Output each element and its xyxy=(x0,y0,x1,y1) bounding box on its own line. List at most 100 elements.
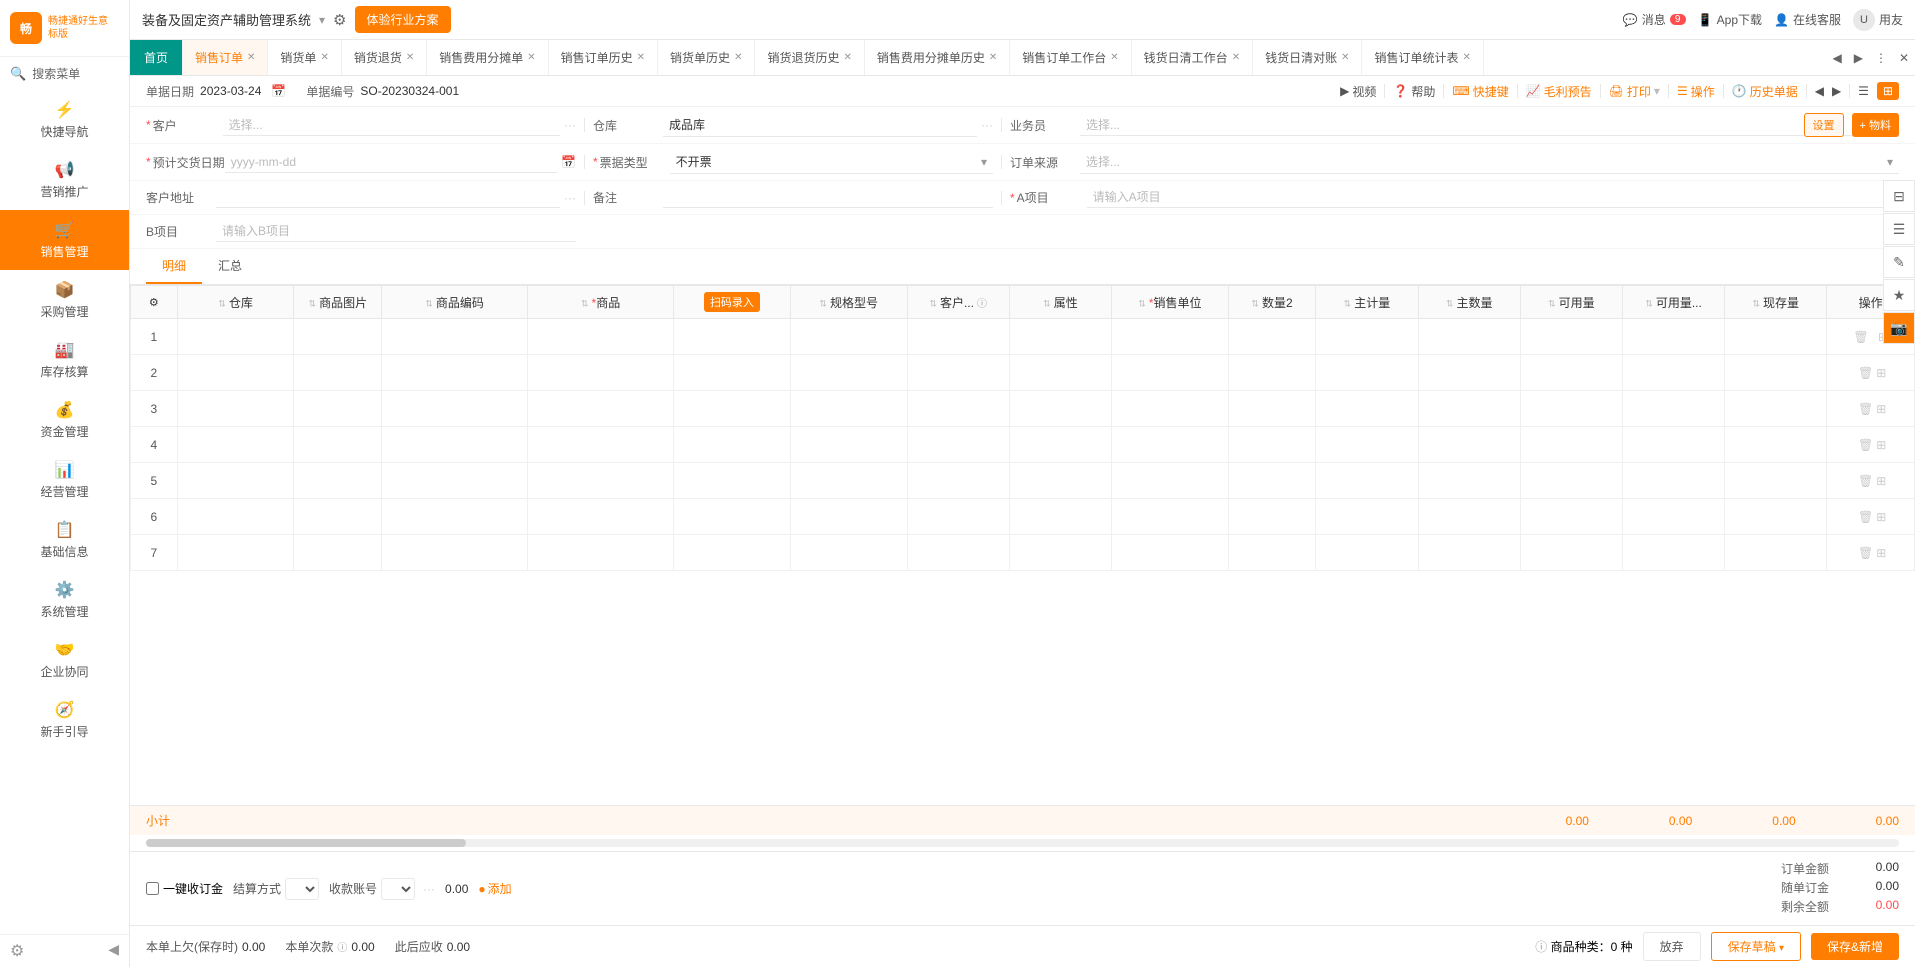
account-dots-btn[interactable]: ··· xyxy=(423,882,435,896)
row-custom[interactable] xyxy=(907,319,1009,355)
row-copy-icon[interactable]: ⊞ xyxy=(1876,402,1886,416)
solution-btn[interactable]: 体验行业方案 xyxy=(355,6,451,33)
tab-sales-refund-history[interactable]: 销货退货历史 ✕ xyxy=(755,40,864,76)
horizontal-scrollbar[interactable] xyxy=(146,839,1899,847)
row-delete-icon[interactable]: 🗑 xyxy=(1858,402,1873,416)
sidebar-item-marketing[interactable]: 📢 营销推广 xyxy=(0,150,129,210)
form-add-product-btn[interactable]: + 物料 xyxy=(1852,113,1899,137)
right-float-btn-1[interactable]: ⊟ xyxy=(1883,180,1915,212)
tab-sales-stats[interactable]: 销售订单统计表 ✕ xyxy=(1362,40,1483,76)
row-product-code[interactable] xyxy=(382,319,528,355)
scrollbar-thumb[interactable] xyxy=(146,839,466,847)
th-main-qty[interactable]: ⇅ 主数量 xyxy=(1418,286,1520,319)
print-btn[interactable]: 🖨 打印 ▾ xyxy=(1609,83,1660,100)
sidebar-item-purchase[interactable]: 📦 采购管理 xyxy=(0,270,129,330)
tab-menu[interactable]: ⋮ xyxy=(1869,47,1893,69)
sidebar-item-system[interactable]: ⚙️ 系统管理 xyxy=(0,570,129,630)
row-delete-icon[interactable]: 🗑 xyxy=(1858,438,1873,452)
row-copy-icon[interactable]: ⊞ xyxy=(1876,474,1886,488)
tab-arrow-right[interactable]: ▶ xyxy=(1848,47,1869,69)
tab-close-icon[interactable]: ✕ xyxy=(989,52,997,63)
date-picker-icon[interactable]: 📅 xyxy=(271,84,286,98)
nav-prev-btn[interactable]: ◀ xyxy=(1815,84,1824,98)
a-project-input[interactable] xyxy=(1087,187,1899,208)
tab-arrow-left[interactable]: ◀ xyxy=(1826,47,1847,69)
payment-method-select[interactable] xyxy=(285,878,319,900)
customer-dots-btn[interactable]: ··· xyxy=(564,118,576,132)
form-settings-btn[interactable]: 设置 xyxy=(1804,113,1844,137)
list-view-btn[interactable]: ☰ xyxy=(1858,84,1869,98)
row-warehouse[interactable] xyxy=(177,319,294,355)
row-avail[interactable] xyxy=(1520,319,1622,355)
nav-next-btn[interactable]: ▶ xyxy=(1832,84,1841,98)
tab-close-icon[interactable]: ✕ xyxy=(843,52,851,63)
b-project-input[interactable] xyxy=(216,221,576,242)
order-source-select[interactable]: 选择... ▾ xyxy=(1080,150,1899,174)
right-float-btn-4[interactable]: ★ xyxy=(1883,279,1915,311)
right-float-btn-3[interactable]: ✎ xyxy=(1883,246,1915,278)
tab-close-icon[interactable]: ✕ xyxy=(1463,52,1471,63)
row-delete-icon[interactable]: 🗑 xyxy=(1853,330,1868,344)
table-tab-summary[interactable]: 汇总 xyxy=(202,249,258,284)
warehouse-dots-btn[interactable]: ··· xyxy=(981,118,993,132)
sidebar-search[interactable]: 🔍 搜索菜单 xyxy=(0,57,129,90)
tab-sales-fee-history[interactable]: 销售费用分摊单历史 ✕ xyxy=(865,40,1010,76)
tab-close-icon[interactable]: ✕ xyxy=(1232,52,1240,63)
row-unit[interactable] xyxy=(1111,319,1228,355)
note-input[interactable] xyxy=(663,187,993,208)
th-spec[interactable]: ⇅ 规格型号 xyxy=(790,286,907,319)
row-attr[interactable] xyxy=(1009,319,1111,355)
row-stock[interactable] xyxy=(1725,319,1827,355)
warehouse-value[interactable]: 成品库 xyxy=(663,113,977,137)
sidebar-item-sales[interactable]: 🛒 销售管理 xyxy=(0,210,129,270)
row-delete-icon[interactable]: 🗑 xyxy=(1858,546,1873,560)
row-product[interactable] xyxy=(528,319,674,355)
sidebar-item-quick-nav[interactable]: ⚡ 快捷导航 xyxy=(0,90,129,150)
th-unit[interactable]: ⇅ *销售单位 xyxy=(1111,286,1228,319)
history-btn[interactable]: 🕐 历史单据 xyxy=(1732,83,1798,100)
card-view-btn[interactable]: ⊞ xyxy=(1877,82,1899,100)
sidebar-collapse-icon[interactable]: ◀ xyxy=(108,941,119,961)
row-delete-icon[interactable]: 🗑 xyxy=(1858,510,1873,524)
tab-close-icon[interactable]: ✕ xyxy=(1110,52,1118,63)
th-product-img[interactable]: ⇅ 商品图片 xyxy=(294,286,382,319)
th-attr[interactable]: ⇅ 属性 xyxy=(1009,286,1111,319)
scan-btn[interactable]: 扫码录入 xyxy=(704,292,760,312)
help-btn[interactable]: ❓ 帮助 xyxy=(1393,83,1435,100)
tab-sales-refund[interactable]: 销货退货 ✕ xyxy=(342,40,427,76)
delivery-date-input[interactable] xyxy=(225,152,557,173)
tab-cash-clear-account[interactable]: 钱货日清对账 ✕ xyxy=(1253,40,1362,76)
sidebar-settings-icon[interactable]: ⚙ xyxy=(10,941,24,961)
table-tab-detail[interactable]: 明细 xyxy=(146,249,202,284)
row-qty2[interactable] xyxy=(1228,319,1316,355)
notification-btn[interactable]: 💬 消息 9 xyxy=(1623,11,1686,28)
address-dots-btn[interactable]: ··· xyxy=(564,191,576,205)
operation-btn[interactable]: ☰ 操作 xyxy=(1677,83,1715,100)
th-product[interactable]: ⇅ *商品 xyxy=(528,286,674,319)
tab-sales-return[interactable]: 销货单 ✕ xyxy=(268,40,341,76)
tab-close-icon[interactable]: ✕ xyxy=(247,52,255,63)
table-scroll[interactable]: ⚙ ⇅ 仓库 ⇅ 商品图片 ⇅ 商品编码 ⇅ *商品 xyxy=(130,285,1915,805)
tab-sales-order[interactable]: 销售订单 ✕ xyxy=(183,40,268,76)
tab-close-icon[interactable]: ✕ xyxy=(1341,52,1349,63)
one-click-order-check[interactable] xyxy=(146,882,159,895)
sidebar-item-guide[interactable]: 🧭 新手引导 xyxy=(0,690,129,750)
row-delete-icon[interactable]: 🗑 xyxy=(1858,474,1873,488)
tab-cash-clear-workbench[interactable]: 钱货日清工作台 ✕ xyxy=(1132,40,1253,76)
save-draft-btn[interactable]: 保存草稿 ▾ xyxy=(1711,932,1801,961)
th-settings[interactable]: ⚙ xyxy=(131,286,178,319)
tab-sales-fee[interactable]: 销售费用分摊单 ✕ xyxy=(427,40,548,76)
tab-sales-return-history[interactable]: 销货单历史 ✕ xyxy=(658,40,755,76)
sidebar-item-inventory[interactable]: 🏭 库存核算 xyxy=(0,330,129,390)
tab-close-icon[interactable]: ✕ xyxy=(527,52,535,63)
row-copy-icon[interactable]: ⊞ xyxy=(1876,366,1886,380)
app-download-btn[interactable]: 📱 App下载 xyxy=(1698,11,1762,28)
row-copy-icon[interactable]: ⊞ xyxy=(1876,510,1886,524)
th-main-unit[interactable]: ⇅ 主计量 xyxy=(1316,286,1418,319)
th-qty2[interactable]: ⇅ 数量2 xyxy=(1228,286,1316,319)
sidebar-item-finance[interactable]: 💰 资金管理 xyxy=(0,390,129,450)
tab-close-all[interactable]: ✕ xyxy=(1893,47,1915,69)
one-click-order-checkbox[interactable]: 一键收订金 xyxy=(146,880,223,897)
row-delete-icon[interactable]: 🗑 xyxy=(1858,366,1873,380)
tab-close-icon[interactable]: ✕ xyxy=(734,52,742,63)
